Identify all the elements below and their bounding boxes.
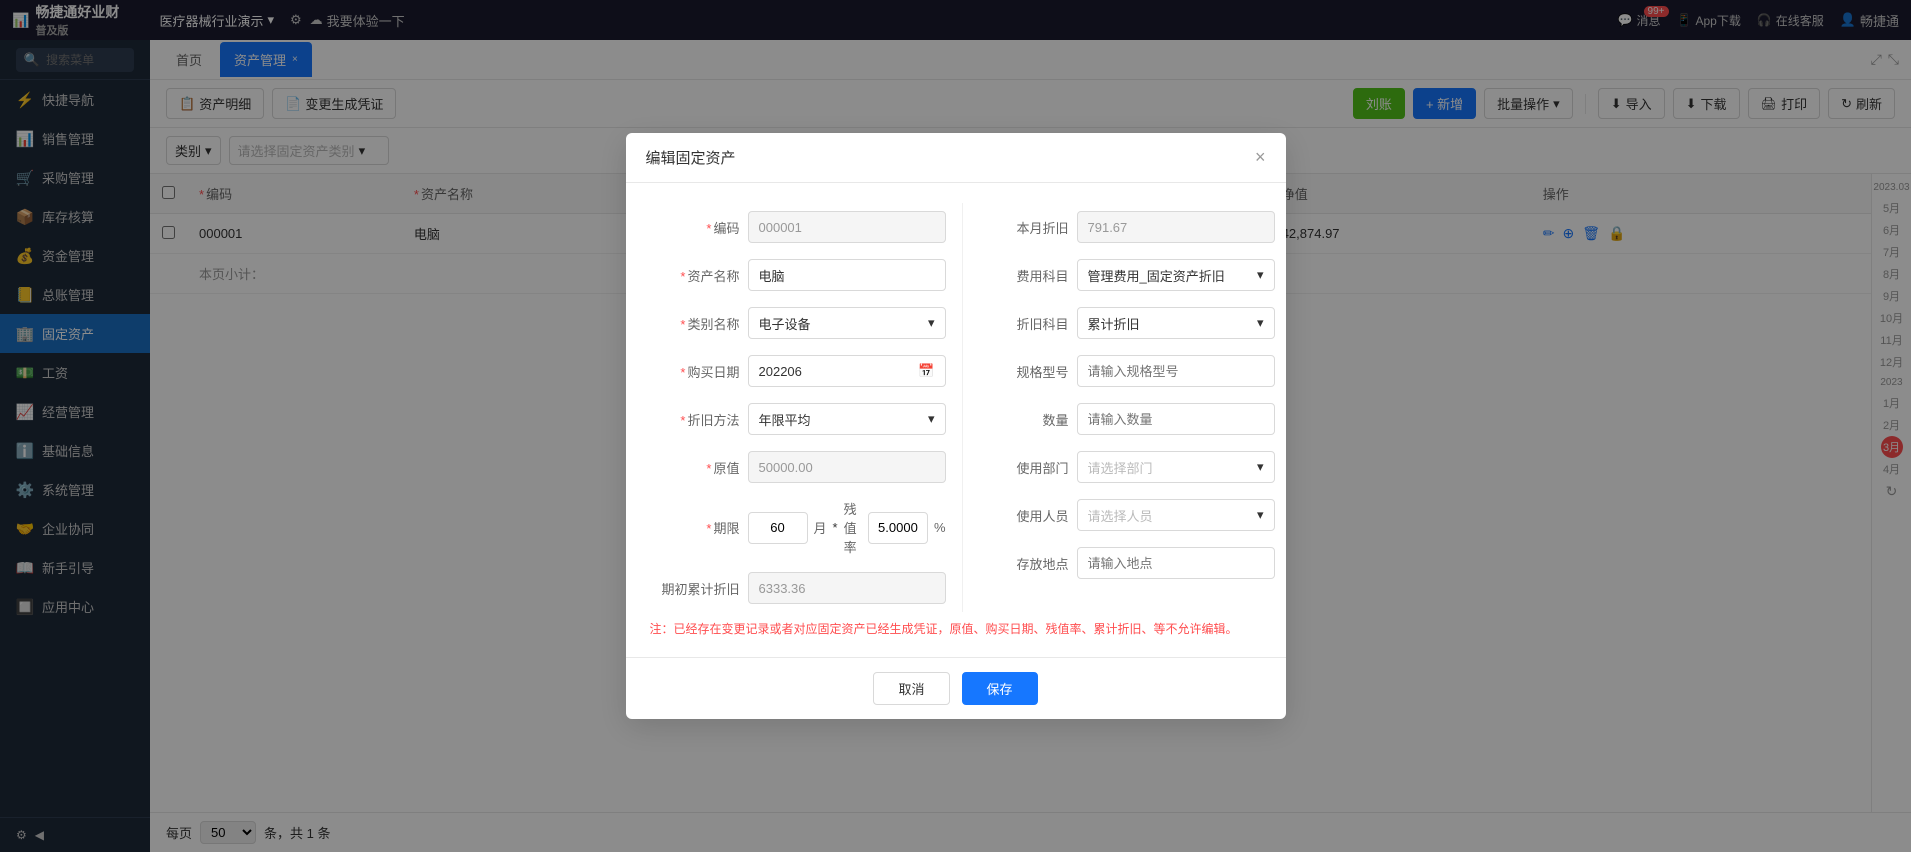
form-row-category: *类别名称 电子设备 ▾: [650, 299, 946, 347]
person-label: 使用人员: [979, 506, 1069, 525]
department-select[interactable]: 请选择部门 ▾: [1077, 451, 1275, 483]
depreciation-subject-label: 折旧科目: [979, 314, 1069, 333]
period-value-input[interactable]: [748, 512, 808, 544]
form-note: 注：已经存在变更记录或者对应固定资产已经生成凭证，原值、购买日期、残值率、累计折…: [650, 612, 1262, 637]
period-label: *期限: [650, 518, 740, 537]
code-input[interactable]: [748, 211, 946, 243]
save-button[interactable]: 保存: [962, 672, 1038, 705]
modal-close-button[interactable]: ×: [1255, 147, 1266, 168]
form-row-purchase-date: *购买日期 202206 📅: [650, 347, 946, 395]
form-row-initial-accumulated: 期初累计折旧: [650, 564, 946, 612]
cancel-button[interactable]: 取消: [873, 672, 949, 705]
department-placeholder: 请选择部门: [1088, 458, 1153, 477]
form-row-location: 存放地点: [979, 539, 1275, 587]
form-row-period: *期限 月 * 残值率 %: [650, 491, 946, 564]
department-icon: ▾: [1257, 459, 1264, 475]
form-row-person: 使用人员 请选择人员 ▾: [979, 491, 1275, 539]
spec-model-input[interactable]: [1077, 355, 1275, 387]
residual-rate-label: 残值率: [844, 499, 862, 556]
residual-rate-unit: %: [934, 520, 946, 535]
initial-accumulated-input[interactable]: [748, 572, 946, 604]
original-value-input[interactable]: [748, 451, 946, 483]
depreciation-method-select[interactable]: 年限平均 ▾: [748, 403, 946, 435]
modal-overlay: 编辑固定资产 × *编码 *资产名称: [0, 0, 1911, 852]
original-value-label: *原值: [650, 458, 740, 477]
period-unit: 月: [814, 518, 827, 537]
form-row-asset-name: *资产名称: [650, 251, 946, 299]
category-select-value: 电子设备: [759, 314, 811, 333]
location-input[interactable]: [1077, 547, 1275, 579]
expense-subject-icon: ▾: [1257, 267, 1264, 283]
quantity-label: 数量: [979, 410, 1069, 429]
form-row-expense-subject: 费用科目 管理费用_固定资产折旧 ▾: [979, 251, 1275, 299]
quantity-input[interactable]: [1077, 403, 1275, 435]
spec-model-label: 规格型号: [979, 362, 1069, 381]
person-icon: ▾: [1257, 507, 1264, 523]
expense-subject-value: 管理费用_固定资产折旧: [1088, 266, 1225, 285]
form-right-col: 本月折旧 费用科目 管理费用_固定资产折旧 ▾: [963, 203, 1275, 612]
depreciation-method-label: *折旧方法: [650, 410, 740, 429]
modal-title: 编辑固定资产: [646, 147, 736, 168]
person-select[interactable]: 请选择人员 ▾: [1077, 499, 1275, 531]
form-row-original-value: *原值: [650, 443, 946, 491]
current-month-dep-label: 本月折旧: [979, 218, 1069, 237]
asset-name-input[interactable]: [748, 259, 946, 291]
category-select[interactable]: 电子设备 ▾: [748, 307, 946, 339]
residual-rate-input[interactable]: [868, 512, 928, 544]
category-label: *类别名称: [650, 314, 740, 333]
purchase-date-label: *购买日期: [650, 362, 740, 381]
form-row-quantity: 数量: [979, 395, 1275, 443]
expense-subject-select[interactable]: 管理费用_固定资产折旧 ▾: [1077, 259, 1275, 291]
depreciation-method-icon: ▾: [928, 411, 935, 427]
form-left-col: *编码 *资产名称 *类别名称: [650, 203, 963, 612]
form-row-depreciation-method: *折旧方法 年限平均 ▾: [650, 395, 946, 443]
form-row-department: 使用部门 请选择部门 ▾: [979, 443, 1275, 491]
location-label: 存放地点: [979, 554, 1069, 573]
code-label: *编码: [650, 218, 740, 237]
form-row-depreciation-subject: 折旧科目 累计折旧 ▾: [979, 299, 1275, 347]
form-row-current-month-dep: 本月折旧: [979, 203, 1275, 251]
modal-footer: 取消 保存: [626, 657, 1286, 719]
edit-asset-modal: 编辑固定资产 × *编码 *资产名称: [626, 133, 1286, 719]
period-inputs: 月 * 残值率 %: [748, 499, 946, 556]
form-grid: *编码 *资产名称 *类别名称: [650, 203, 1262, 612]
form-row-spec-model: 规格型号: [979, 347, 1275, 395]
asset-name-label: *资产名称: [650, 266, 740, 285]
purchase-date-input[interactable]: 202206 📅: [748, 355, 946, 387]
category-dropdown-icon: ▾: [928, 315, 935, 331]
purchase-date-value: 202206: [759, 364, 802, 379]
calendar-icon: 📅: [918, 363, 934, 379]
modal-body: *编码 *资产名称 *类别名称: [626, 183, 1286, 657]
person-placeholder: 请选择人员: [1088, 506, 1153, 525]
expense-subject-label: 费用科目: [979, 266, 1069, 285]
depreciation-method-value: 年限平均: [759, 410, 811, 429]
form-row-code: *编码: [650, 203, 946, 251]
initial-accumulated-label: 期初累计折旧: [650, 579, 740, 598]
depreciation-subject-value: 累计折旧: [1088, 314, 1140, 333]
depreciation-subject-icon: ▾: [1257, 315, 1264, 331]
current-month-dep-input[interactable]: [1077, 211, 1275, 243]
modal-header: 编辑固定资产 ×: [626, 133, 1286, 183]
depreciation-subject-select[interactable]: 累计折旧 ▾: [1077, 307, 1275, 339]
department-label: 使用部门: [979, 458, 1069, 477]
